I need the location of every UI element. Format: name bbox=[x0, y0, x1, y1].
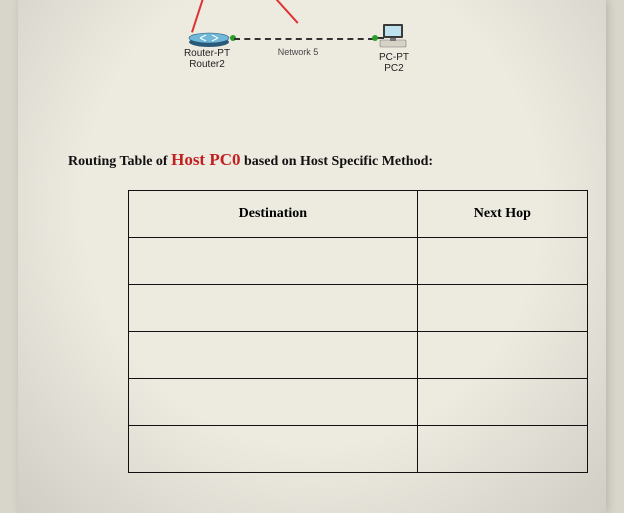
router-name: Router2 bbox=[189, 59, 225, 70]
link-line bbox=[191, 0, 210, 33]
link-line bbox=[258, 0, 298, 24]
cell-next-hop bbox=[417, 285, 587, 332]
document-page: Router-PT Router2 Network 5 PC-PT PC2 Ro… bbox=[18, 0, 606, 513]
router-icon bbox=[188, 30, 230, 46]
pc-type: PC-PT bbox=[379, 52, 409, 63]
cell-next-hop bbox=[417, 332, 587, 379]
heading-suffix: based on Host Specific Method: bbox=[241, 154, 434, 169]
cell-next-hop bbox=[417, 426, 587, 473]
cell-destination bbox=[129, 426, 418, 473]
link-dashed-line bbox=[234, 38, 374, 40]
cell-destination bbox=[129, 332, 418, 379]
col-next-hop: Next Hop bbox=[417, 191, 587, 238]
table-row bbox=[129, 426, 588, 473]
pc-icon bbox=[378, 22, 408, 50]
col-destination: Destination bbox=[129, 191, 418, 238]
table-header-row: Destination Next Hop bbox=[129, 191, 588, 238]
table-row bbox=[129, 285, 588, 332]
cell-destination bbox=[129, 379, 418, 426]
pc-name: PC2 bbox=[384, 63, 403, 74]
table-row bbox=[129, 332, 588, 379]
section-heading: Routing Table of Host PC0 based on Host … bbox=[68, 150, 433, 170]
network-link-label: Network 5 bbox=[268, 48, 328, 58]
pc-label: PC-PT PC2 bbox=[372, 52, 416, 74]
table-row bbox=[129, 238, 588, 285]
network-diagram: Router-PT Router2 Network 5 PC-PT PC2 bbox=[178, 0, 478, 90]
heading-prefix: Routing Table of bbox=[68, 154, 171, 169]
cell-next-hop bbox=[417, 238, 587, 285]
cell-destination bbox=[129, 238, 418, 285]
cell-next-hop bbox=[417, 379, 587, 426]
table-row bbox=[129, 379, 588, 426]
heading-highlight: Host PC0 bbox=[171, 150, 240, 169]
routing-table: Destination Next Hop bbox=[128, 190, 588, 473]
router-type: Router-PT bbox=[184, 48, 230, 59]
router-label: Router-PT Router2 bbox=[174, 48, 240, 70]
cell-destination bbox=[129, 285, 418, 332]
